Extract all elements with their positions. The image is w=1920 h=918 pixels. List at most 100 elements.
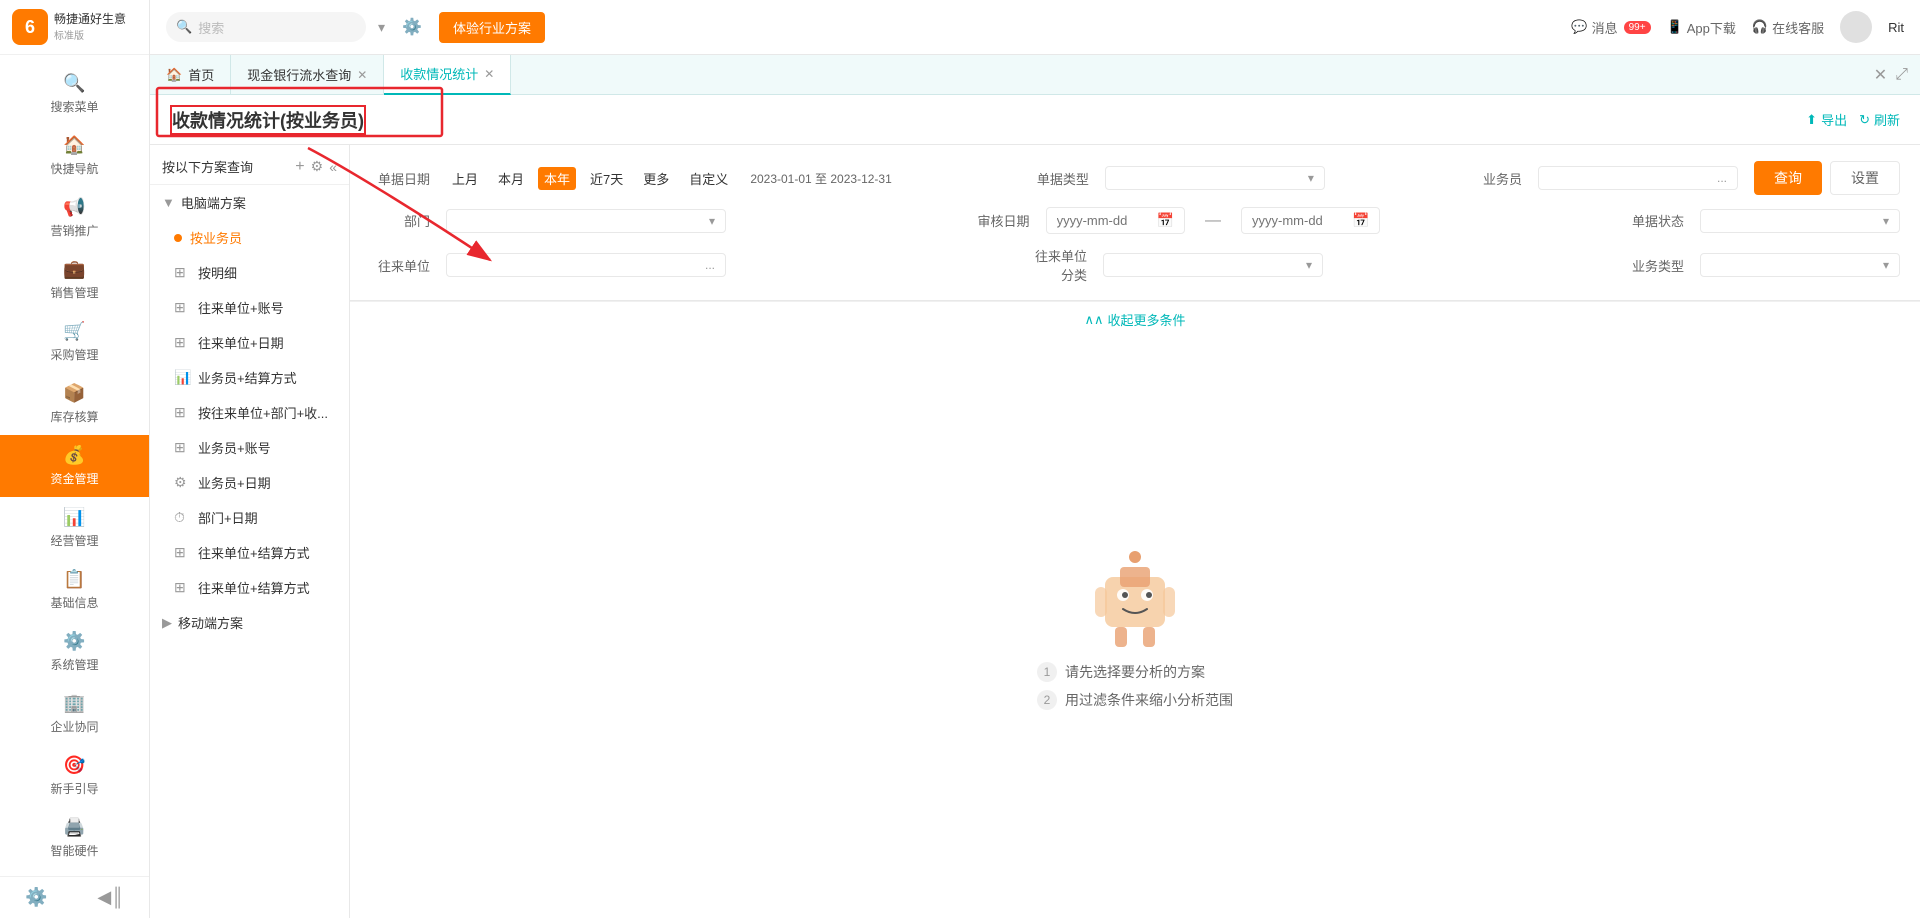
sidebar-logo: 6 畅捷通好生意 标准版 (0, 0, 149, 55)
marketing-icon: 📢 (63, 197, 85, 218)
sidebar-item-search[interactable]: 🔍 搜索菜单 (0, 63, 149, 125)
scheme-item-dept-date[interactable]: ⏱ 部门+日期 (150, 500, 349, 535)
enterprise-icon: 🏢 (63, 693, 85, 714)
doc-type-select[interactable]: ▾ (1105, 166, 1325, 190)
sidebar-item-sales[interactable]: 💼 销售管理 (0, 249, 149, 311)
header-dropdown-icon[interactable]: ▾ (378, 19, 385, 36)
sidebar-item-hardware[interactable]: 🖨️ 智能硬件 (0, 807, 149, 869)
date-this-month[interactable]: 本月 (492, 167, 530, 190)
export-btn[interactable]: ⬆ 导出 (1806, 110, 1847, 129)
message-btn[interactable]: 💬 消息 99+ (1571, 18, 1650, 37)
refresh-btn[interactable]: ↻ 刷新 (1859, 110, 1900, 129)
scheme-header: 按以下方案查询 + ⚙ « (150, 145, 349, 185)
scheme-item-salesperson-account[interactable]: ⊞ 业务员+账号 (150, 430, 349, 465)
scheme-label-partner-date: 往来单位+日期 (198, 333, 337, 352)
scheme-item-partner-account[interactable]: ⊞ 往来单位+账号 (150, 290, 349, 325)
search-placeholder: 搜索 (198, 18, 224, 37)
scheme-item-by-detail[interactable]: ⊞ 按明细 (150, 255, 349, 290)
window-maximize-btn[interactable]: ⤢ (1895, 66, 1908, 84)
sidebar-item-system[interactable]: ⚙️ 系统管理 (0, 621, 149, 683)
tab-home[interactable]: 🏠 首页 (150, 55, 231, 95)
date-this-year[interactable]: 本年 (538, 167, 576, 190)
finance-icon: 💰 (63, 445, 85, 466)
header-gear-btn[interactable]: ⚙️ (397, 12, 427, 42)
date-dash: — (1205, 212, 1221, 230)
scheme-header-title: 按以下方案查询 (162, 157, 253, 176)
settings-button[interactable]: 设置 (1830, 161, 1900, 195)
tab-bank-close[interactable]: ✕ (357, 68, 367, 82)
sidebar-item-label-enterprise: 企业协同 (50, 718, 98, 735)
search-icon: 🔍 (63, 73, 85, 94)
date-last-month[interactable]: 上月 (446, 167, 484, 190)
scheme-gear-btn[interactable]: ⚙ (311, 158, 324, 175)
business-type-select[interactable]: ▾ (1700, 253, 1900, 277)
window-close-btn[interactable]: ✕ (1874, 65, 1887, 85)
sidebar-collapse-icon[interactable]: ◀║ (97, 887, 124, 908)
sidebar-item-purchase[interactable]: 🛒 采购管理 (0, 311, 149, 373)
review-date-to-input[interactable]: 📅 (1241, 207, 1380, 234)
collapse-conditions-btn[interactable]: ∧∧ 收起更多条件 (350, 301, 1920, 337)
partner-more-icon[interactable]: ... (705, 258, 715, 272)
sidebar-item-finance[interactable]: 💰 资金管理 (0, 435, 149, 497)
online-service-btn[interactable]: 🎧 在线客服 (1752, 18, 1824, 37)
sidebar-item-quicknav[interactable]: 🏠 快捷导航 (0, 125, 149, 187)
online-service-label: 在线客服 (1772, 18, 1824, 37)
dept-select[interactable]: ▾ (446, 209, 726, 233)
empty-state: 1 请先选择要分析的方案 2 用过滤条件来缩小分析范围 (350, 337, 1920, 918)
query-button[interactable]: 查询 (1754, 161, 1822, 195)
scheme-item-partner-date[interactable]: ⊞ 往来单位+日期 (150, 325, 349, 360)
app-download-btn[interactable]: 📱 App下载 (1667, 18, 1736, 37)
empty-state-icon (1075, 537, 1195, 657)
date-custom[interactable]: 自定义 (683, 167, 734, 190)
tab-collection[interactable]: 收款情况统计 ✕ (384, 55, 511, 95)
doc-status-label: 单据状态 (1624, 211, 1684, 230)
user-avatar[interactable] (1840, 11, 1872, 43)
scheme-item-partner-dept-collect[interactable]: ⊞ 按往来单位+部门+收... (150, 395, 349, 430)
step-2-text: 用过滤条件来缩小分析范围 (1065, 690, 1233, 710)
doc-status-select[interactable]: ▾ (1700, 209, 1900, 233)
partner-input[interactable]: ... (446, 253, 726, 277)
salesperson-select[interactable]: ... (1538, 166, 1738, 190)
date-last-7days[interactable]: 近7天 (584, 167, 629, 190)
export-icon: ⬆ (1806, 112, 1817, 128)
scheme-item-by-salesperson[interactable]: 按业务员 (150, 220, 349, 255)
scheme-collapse-btn[interactable]: « (329, 159, 337, 175)
review-date-from-input[interactable]: 📅 (1046, 207, 1185, 234)
review-date-from-field[interactable] (1057, 213, 1157, 228)
sidebar-item-wechat[interactable]: 💬 企业微信 (0, 869, 149, 876)
sidebar-item-label-newbie: 新手引导 (50, 780, 98, 797)
top-search-bar[interactable]: 🔍 搜索 (166, 12, 366, 42)
scheme-item-salesperson-date[interactable]: ⚙ 业务员+日期 (150, 465, 349, 500)
refresh-label: 刷新 (1874, 110, 1900, 129)
sidebar-item-newbie[interactable]: 🎯 新手引导 (0, 745, 149, 807)
newbie-icon: 🎯 (63, 755, 85, 776)
sidebar-item-label-system: 系统管理 (50, 656, 98, 673)
tab-home-label: 首页 (188, 65, 214, 84)
scheme-item-partner-settle1[interactable]: ⊞ 往来单位+结算方式 (150, 535, 349, 570)
sidebar-item-inventory[interactable]: 📦 库存核算 (0, 373, 149, 435)
salesperson-more-icon[interactable]: ... (1717, 171, 1727, 185)
search-icon: 🔍 (176, 19, 192, 35)
partner-category-select[interactable]: ▾ (1103, 253, 1323, 277)
tab-bank[interactable]: 现金银行流水查询 ✕ (231, 55, 384, 95)
trial-button[interactable]: 体验行业方案 (439, 12, 545, 43)
tab-collection-label: 收款情况统计 (400, 64, 478, 83)
review-date-to-field[interactable] (1252, 213, 1352, 228)
sidebar-item-basic[interactable]: 📋 基础信息 (0, 559, 149, 621)
tab-collection-close[interactable]: ✕ (484, 67, 494, 81)
partner-category-label: 往来单位分类 (1027, 246, 1087, 284)
date-more[interactable]: 更多 (637, 167, 675, 190)
scheme-icon-partner-account: ⊞ (174, 299, 190, 316)
sidebar-item-enterprise[interactable]: 🏢 企业协同 (0, 683, 149, 745)
scheme-label-salesperson-account: 业务员+账号 (198, 438, 337, 457)
scheme-add-btn[interactable]: + (295, 158, 304, 176)
scheme-item-partner-settle2[interactable]: ⊞ 往来单位+结算方式 (150, 570, 349, 605)
sidebar-item-operation[interactable]: 📊 经营管理 (0, 497, 149, 559)
salesperson-label: 业务员 (1462, 169, 1522, 188)
scheme-item-salesperson-settle[interactable]: 📊 业务员+结算方式 (150, 360, 349, 395)
sidebar-item-label-hardware: 智能硬件 (50, 842, 98, 859)
sidebar-item-marketing[interactable]: 📢 营销推广 (0, 187, 149, 249)
sidebar-settings-icon[interactable]: ⚙️ (25, 887, 47, 908)
scheme-mobile-group-title[interactable]: ▶ 移动端方案 (150, 605, 349, 640)
scheme-group-desktop-title[interactable]: ▼ 电脑端方案 (150, 185, 349, 220)
